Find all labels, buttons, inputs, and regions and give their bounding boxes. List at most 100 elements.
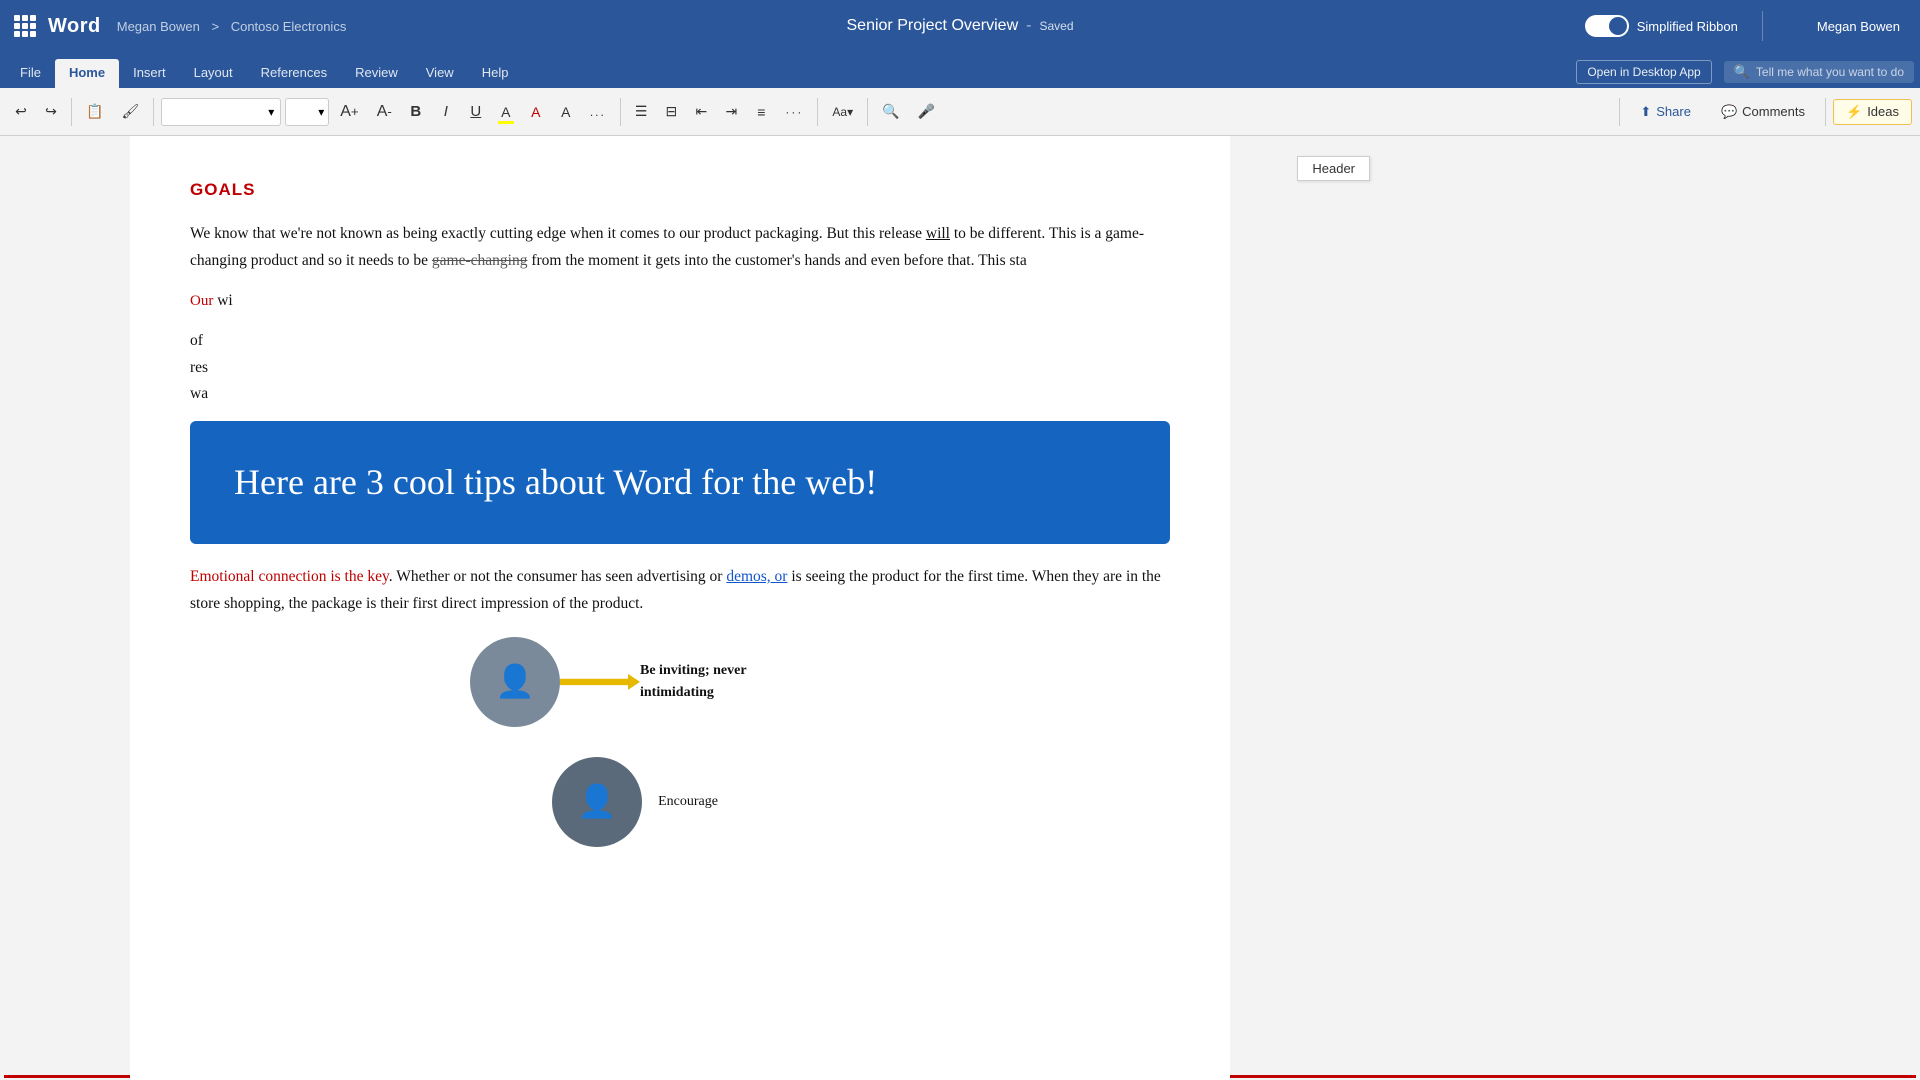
tab-insert[interactable]: Insert bbox=[119, 59, 180, 88]
search-icon: 🔍 bbox=[1734, 64, 1750, 80]
more-paragraph-button[interactable]: ··· bbox=[778, 97, 810, 127]
font-color-button[interactable]: A bbox=[523, 97, 549, 127]
app-name: Word bbox=[48, 15, 101, 38]
emotional-paragraph: Emotional connection is the key. Whether… bbox=[190, 564, 1170, 617]
highlight-button[interactable]: A bbox=[493, 97, 519, 127]
user-name[interactable]: Megan Bowen bbox=[1807, 19, 1910, 34]
infographic-person-1-container: 👤 Be inviting; never intimidating 👤 Enco… bbox=[470, 637, 800, 847]
tab-help[interactable]: Help bbox=[468, 59, 523, 88]
tab-home[interactable]: Home bbox=[55, 59, 119, 88]
title-bar: Word Megan Bowen > Contoso Electronics S… bbox=[0, 0, 1920, 52]
para2-wi: wi bbox=[217, 292, 233, 309]
share-icon: ⬆ bbox=[1640, 104, 1651, 120]
ribbon-tabs-right: Open in Desktop App 🔍 Tell me what you w… bbox=[1576, 60, 1914, 88]
document-area: GOALS We know that we're not known as be… bbox=[0, 136, 1920, 1080]
toolbar-sep-6 bbox=[1619, 98, 1620, 126]
tips-banner-text: Here are 3 cool tips about Word for the … bbox=[234, 462, 877, 502]
right-panel: Header bbox=[1230, 136, 1360, 1080]
share-label: Share bbox=[1656, 104, 1691, 119]
red-heading-1: Our bbox=[190, 293, 213, 309]
outdent-button[interactable]: ⇤ bbox=[688, 97, 714, 127]
toolbar-right: ⬆ Share 💬 Comments ⚡ Ideas bbox=[1616, 98, 1912, 126]
goals-heading: GOALS bbox=[190, 176, 1170, 203]
breadcrumb-sep: > bbox=[211, 19, 219, 34]
search-box[interactable]: 🔍 Tell me what you want to do bbox=[1724, 61, 1914, 83]
bullet-list-button[interactable]: ☰ bbox=[628, 97, 655, 127]
toolbar-sep-7 bbox=[1825, 98, 1826, 126]
redo-button[interactable]: ↪ bbox=[38, 97, 64, 127]
title-divider bbox=[1762, 11, 1763, 41]
para1-strikethrough: game-changing bbox=[432, 252, 528, 269]
header-tag[interactable]: Header bbox=[1297, 156, 1370, 181]
find-button[interactable]: 🔍 bbox=[875, 97, 906, 127]
font-family-select[interactable]: ▾ bbox=[161, 98, 281, 126]
italic-button[interactable]: I bbox=[433, 97, 459, 127]
open-desktop-button[interactable]: Open in Desktop App bbox=[1576, 60, 1711, 84]
clipboard-button[interactable]: 📋 bbox=[79, 97, 110, 127]
font-grow-button[interactable]: A+ bbox=[333, 97, 365, 127]
breadcrumb-org[interactable]: Contoso Electronics bbox=[231, 19, 347, 34]
waffle-icon bbox=[14, 15, 36, 37]
title-right-area: Simplified Ribbon Megan Bowen bbox=[1585, 11, 1910, 41]
font-dropdown-arrow: ▾ bbox=[268, 105, 274, 119]
toggle-knob bbox=[1609, 17, 1627, 35]
styles-button[interactable]: Aа▾ bbox=[825, 97, 860, 127]
toolbar-sep-2 bbox=[153, 98, 154, 126]
emotional-para-text: . Whether or not the consumer has seen a… bbox=[389, 568, 727, 585]
underline-button[interactable]: U bbox=[463, 97, 489, 127]
para2-of: of bbox=[190, 332, 203, 349]
search-placeholder-text: Tell me what you want to do bbox=[1756, 65, 1904, 79]
comments-button[interactable]: 💬 Comments bbox=[1708, 99, 1818, 125]
waffle-menu[interactable] bbox=[10, 11, 40, 41]
tab-references[interactable]: References bbox=[247, 59, 341, 88]
bold-button[interactable]: B bbox=[403, 97, 429, 127]
dictate-button[interactable]: 🎤 bbox=[911, 97, 942, 127]
title-dash: - bbox=[1026, 17, 1031, 35]
breadcrumb-user[interactable]: Megan Bowen bbox=[117, 19, 200, 34]
simplified-ribbon-toggle[interactable] bbox=[1585, 15, 1629, 37]
toolbar-sep-3 bbox=[620, 98, 621, 126]
simplified-ribbon-toggle-area: Simplified Ribbon bbox=[1585, 15, 1738, 37]
toolbar-sep-1 bbox=[71, 98, 72, 126]
paragraph-2-partial: Our wi bbox=[190, 288, 1170, 315]
comments-label: Comments bbox=[1742, 104, 1805, 119]
format-painter-button[interactable]: 🖌 bbox=[114, 97, 146, 127]
document-page[interactable]: GOALS We know that we're not known as be… bbox=[130, 136, 1230, 1080]
highlight-icon: A bbox=[501, 104, 510, 120]
infographic-area: 👤 Be inviting; never intimidating 👤 Enco… bbox=[190, 637, 1170, 847]
font-shrink-button[interactable]: A- bbox=[370, 97, 399, 127]
comments-icon: 💬 bbox=[1721, 104, 1737, 120]
ribbon-tabs-bar: File Home Insert Layout References Revie… bbox=[0, 52, 1920, 88]
breadcrumb: Megan Bowen > Contoso Electronics bbox=[113, 19, 351, 34]
person-circle-2: 👤 bbox=[552, 757, 642, 847]
tab-view[interactable]: View bbox=[412, 59, 468, 88]
share-button[interactable]: ⬆ Share bbox=[1627, 99, 1704, 125]
demos-link[interactable]: demos, or bbox=[726, 568, 787, 585]
document-title-area: Senior Project Overview - Saved bbox=[847, 17, 1074, 35]
font-color-icon: A bbox=[531, 104, 540, 120]
more-formatting-button[interactable]: ... bbox=[583, 97, 613, 127]
highlight-color-bar bbox=[498, 121, 514, 124]
person-circle-1: 👤 bbox=[470, 637, 560, 727]
indent-button[interactable]: ⇥ bbox=[718, 97, 744, 127]
undo-button[interactable]: ↩ bbox=[8, 97, 34, 127]
para2-res: res bbox=[190, 359, 208, 376]
tips-banner[interactable]: Here are 3 cool tips about Word for the … bbox=[190, 421, 1170, 544]
para2-wa: wa bbox=[190, 385, 208, 402]
document-title[interactable]: Senior Project Overview bbox=[847, 17, 1019, 35]
para1-text: We know that we're not known as being ex… bbox=[190, 225, 926, 242]
ideas-button[interactable]: ⚡ Ideas bbox=[1833, 99, 1912, 125]
align-button[interactable]: ≡ bbox=[748, 97, 774, 127]
para1-cont2: from the moment it gets into the custome… bbox=[527, 252, 1026, 269]
infographic-label-2: Encourage bbox=[658, 794, 718, 809]
arrow-connector bbox=[560, 674, 640, 690]
text-effects-button[interactable]: A bbox=[553, 97, 579, 127]
tab-layout[interactable]: Layout bbox=[180, 59, 247, 88]
font-size-arrow: ▾ bbox=[318, 105, 324, 119]
number-list-button[interactable]: ⊟ bbox=[658, 97, 684, 127]
tab-review[interactable]: Review bbox=[341, 59, 412, 88]
ideas-icon: ⚡ bbox=[1846, 104, 1862, 120]
paragraph-2-rest: of res wa bbox=[190, 328, 1170, 407]
tab-file[interactable]: File bbox=[6, 59, 55, 88]
font-size-select[interactable]: ▾ bbox=[285, 98, 329, 126]
